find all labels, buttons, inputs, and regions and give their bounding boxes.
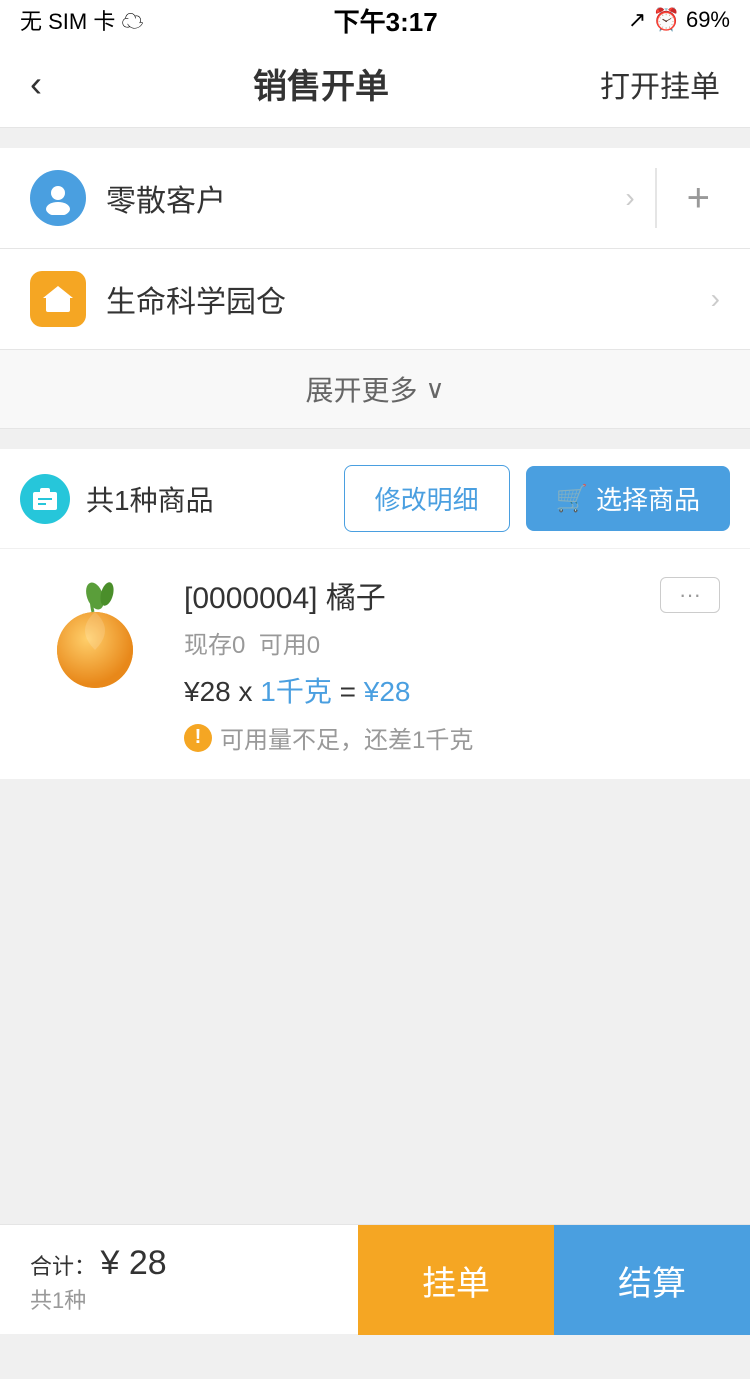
- row-divider: [655, 168, 657, 228]
- product-quantity: 1千克: [260, 676, 332, 707]
- warehouse-label: 生命科学园仓: [106, 277, 711, 321]
- battery-status: ↗ ⏰ 69%: [628, 7, 730, 33]
- warning-icon: !: [184, 724, 212, 752]
- modify-detail-button[interactable]: 修改明细: [344, 465, 510, 532]
- product-item: [0000004] 橘子 现存0 可用0 ¥28 x 1千克 = ¥28 ! 可…: [0, 549, 750, 779]
- status-left: 无 SIM 卡 ☁: [20, 4, 143, 36]
- product-total: ¥28: [364, 676, 411, 707]
- total-row: 合计： ¥ 28: [30, 1244, 358, 1283]
- product-more-button[interactable]: ···: [660, 577, 720, 613]
- status-right: ↗ ⏰ 69%: [628, 7, 730, 33]
- product-count-icon: [20, 474, 70, 524]
- customer-arrow-icon: ›: [625, 182, 634, 214]
- product-header: 共1种商品 修改明细 🛒 选择商品: [0, 449, 750, 549]
- total-amount: ¥ 28: [100, 1244, 166, 1282]
- section-gap-1: [0, 128, 750, 148]
- select-product-label: 选择商品: [596, 480, 700, 517]
- product-info: [0000004] 橘子 现存0 可用0 ¥28 x 1千克 = ¥28 ! 可…: [184, 573, 636, 755]
- expand-more-button[interactable]: 展开更多 ∨: [0, 349, 750, 429]
- product-count-text: 共1种商品: [86, 479, 344, 519]
- sim-status: 无 SIM 卡 ☁: [20, 4, 143, 36]
- chevron-down-icon: ∨: [425, 374, 444, 405]
- warehouse-icon: [30, 271, 86, 327]
- warehouse-row[interactable]: 生命科学园仓 ›: [0, 249, 750, 349]
- nav-bar: ‹ 销售开单 打开挂单: [0, 40, 750, 128]
- product-image: [30, 573, 160, 703]
- back-button[interactable]: ‹: [30, 63, 42, 105]
- bottom-total: 合计： ¥ 28 共1种: [0, 1225, 358, 1334]
- customer-row[interactable]: 零散客户 › +: [0, 148, 750, 248]
- customer-icon: [30, 170, 86, 226]
- customer-label: 零散客户: [106, 176, 625, 220]
- cart-icon: 🛒: [556, 483, 588, 514]
- expand-more-label: 展开更多: [305, 369, 417, 409]
- status-time: 下午3:17: [334, 2, 438, 39]
- product-stock: 现存0 可用0: [184, 625, 636, 660]
- warning-text: 可用量不足，还差1千克: [220, 720, 473, 755]
- warehouse-arrow-icon: ›: [711, 283, 720, 315]
- product-price-row: ¥28 x 1千克 = ¥28: [184, 670, 636, 710]
- product-name: [0000004] 橘子: [184, 573, 636, 617]
- bottom-bar: 合计： ¥ 28 共1种 挂单 结算: [0, 1224, 750, 1334]
- total-count: 共1种: [30, 1283, 358, 1315]
- checkout-button[interactable]: 结算: [554, 1225, 750, 1335]
- status-bar: 无 SIM 卡 ☁ 下午3:17 ↗ ⏰ 69%: [0, 0, 750, 40]
- section-gap-2: [0, 429, 750, 449]
- product-warning: ! 可用量不足，还差1千克: [184, 720, 636, 755]
- total-label: 合计：: [30, 1254, 96, 1279]
- open-hang-button[interactable]: 打开挂单: [600, 62, 720, 106]
- page-title: 销售开单: [253, 59, 389, 108]
- select-product-button[interactable]: 🛒 选择商品: [526, 466, 730, 531]
- hang-button[interactable]: 挂单: [358, 1225, 554, 1335]
- add-customer-button[interactable]: +: [677, 176, 720, 221]
